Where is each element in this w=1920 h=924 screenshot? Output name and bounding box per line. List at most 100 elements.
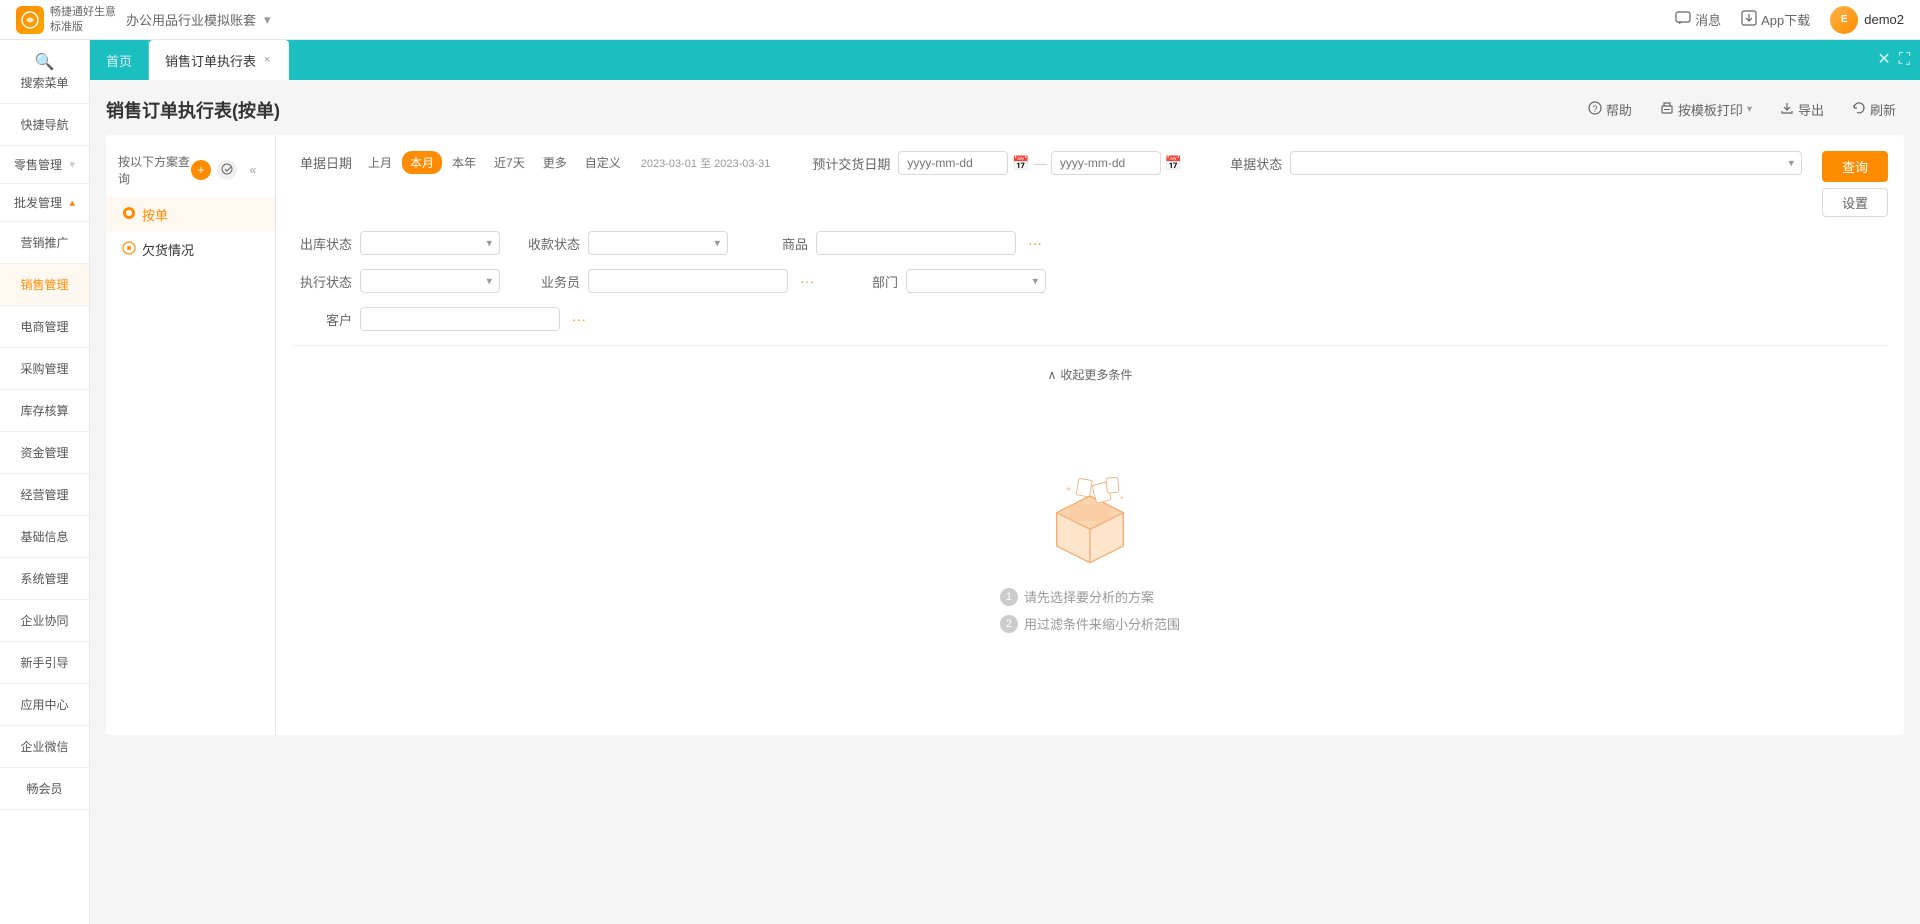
exec-status-select[interactable] — [360, 269, 500, 293]
sidebar-item-enterprise[interactable]: 企业协同 — [0, 600, 89, 642]
collapse-button[interactable]: ∧ 收起更多条件 — [292, 358, 1888, 391]
enterprise-label: 企业协同 — [20, 614, 68, 628]
filter-group-dept: 部门 — [838, 269, 1046, 293]
date-label: 单据日期 — [292, 153, 352, 172]
filter-row-4: 客户 ··· — [292, 307, 1888, 331]
sidebar-item-quick-nav[interactable]: 快捷导航 — [0, 104, 89, 146]
sidebar-item-guide[interactable]: 新手引导 — [0, 642, 89, 684]
settings-button[interactable]: 设置 — [1822, 188, 1888, 217]
customer-more-button[interactable]: ··· — [568, 307, 590, 331]
customer-input[interactable] — [360, 307, 560, 331]
sidebar-item-system[interactable]: 系统管理 — [0, 558, 89, 600]
sidebar-item-finance[interactable]: 资金管理 — [0, 432, 89, 474]
sidebar-item-sales[interactable]: 销售管理 — [0, 264, 89, 306]
edit-scheme-button[interactable] — [217, 160, 237, 180]
date-tab-last-month[interactable]: 上月 — [360, 151, 400, 174]
add-scheme-button[interactable]: + — [191, 160, 211, 180]
inventory-label: 库存核算 — [20, 404, 68, 418]
sidebar-item-marketing[interactable]: 营销推广 — [0, 222, 89, 264]
date-tab-7days[interactable]: 近7天 — [486, 151, 533, 174]
app-download-button[interactable]: App下载 — [1741, 10, 1810, 29]
salesperson-input[interactable] — [588, 269, 788, 293]
export-label: 导出 — [1798, 100, 1824, 119]
tab-close-icon[interactable]: × — [262, 52, 272, 68]
collect-status-select[interactable] — [588, 231, 728, 255]
edit-icon — [221, 163, 233, 178]
sidebar-search-label: 搜索菜单 — [6, 74, 83, 91]
collapse-up-icon: ∧ — [1048, 368, 1057, 382]
download-icon — [1741, 10, 1757, 29]
sales-label: 销售管理 — [20, 278, 68, 292]
expected-date-end-input[interactable] — [1051, 151, 1161, 175]
quick-nav-label: 快捷导航 — [6, 116, 83, 133]
goods-more-button[interactable]: ··· — [1024, 231, 1046, 255]
status-select-input[interactable] — [1290, 151, 1802, 175]
message-label: 消息 — [1695, 10, 1721, 29]
date-end-icon[interactable]: 📅 — [1165, 155, 1182, 172]
tab-home-label: 首页 — [106, 51, 132, 70]
sidebar-item-inventory[interactable]: 库存核算 — [0, 390, 89, 432]
user-area[interactable]: E demo2 — [1830, 6, 1904, 34]
message-icon — [1675, 10, 1691, 29]
sidebar-item-purchase[interactable]: 采购管理 — [0, 348, 89, 390]
dept-select[interactable] — [906, 269, 1046, 293]
help-label: 帮助 — [1606, 100, 1632, 119]
nav-item-shortage[interactable]: 欠货情况 — [106, 232, 275, 267]
filter-group-goods: 商品 ··· — [748, 231, 1046, 255]
print-icon — [1660, 101, 1674, 118]
sidebar-item-app-center[interactable]: 应用中心 — [0, 684, 89, 726]
date-tab-this-year[interactable]: 本年 — [444, 151, 484, 174]
left-panel-title: 按以下方案查询 — [118, 153, 191, 187]
help-icon: ? — [1588, 101, 1602, 118]
nav-item-by-order[interactable]: 按单 — [106, 197, 275, 232]
nav-item-order-label: 按单 — [142, 205, 168, 224]
sidebar-item-wholesale[interactable]: 批发管理 ▴ — [0, 184, 89, 222]
tab-minimize-button[interactable]: ✕ — [1877, 52, 1890, 68]
collect-status-label: 收款状态 — [520, 234, 580, 253]
export-button[interactable]: 导出 — [1772, 96, 1832, 123]
goods-input[interactable] — [816, 231, 1016, 255]
salesperson-more-button[interactable]: ··· — [796, 269, 818, 293]
tab-sales-order[interactable]: 销售订单执行表 × — [149, 40, 289, 80]
date-range-text: 2023-03-01 至 2023-03-31 — [641, 155, 771, 171]
sidebar-item-ecommerce[interactable]: 电商管理 — [0, 306, 89, 348]
sidebar: 🔍 搜索菜单 快捷导航 零售管理 ▾ 批发管理 ▴ 营销推广 销售管理 电商管理… — [0, 40, 90, 924]
expected-date-start-input[interactable] — [898, 151, 1008, 175]
query-button[interactable]: 查询 — [1822, 151, 1888, 182]
out-status-select[interactable] — [360, 231, 500, 255]
message-button[interactable]: 消息 — [1675, 10, 1721, 29]
out-status-label: 出库状态 — [292, 234, 352, 253]
collapse-icon: « — [250, 163, 257, 177]
breadcrumb-arrow-icon[interactable]: ▾ — [264, 12, 271, 28]
date-separator: — — [1034, 156, 1047, 171]
page-title: 销售订单执行表(按单) — [106, 97, 280, 123]
sidebar-item-search[interactable]: 🔍 搜索菜单 — [0, 40, 89, 104]
system-label: 系统管理 — [20, 572, 68, 586]
sidebar-item-basic-info[interactable]: 基础信息 — [0, 516, 89, 558]
filter-row-2: 出库状态 收款状态 — [292, 231, 1888, 255]
tab-home[interactable]: 首页 — [90, 40, 149, 80]
date-tab-custom[interactable]: 自定义 — [577, 151, 629, 174]
sidebar-item-operations[interactable]: 经营管理 — [0, 474, 89, 516]
add-icon: + — [197, 163, 204, 177]
shortage-nav-icon — [122, 241, 136, 258]
expected-date-label: 预计交货日期 — [810, 154, 890, 173]
sidebar-item-weixin[interactable]: 企业微信 — [0, 726, 89, 768]
page-actions: ? 帮助 按模板打印 ▾ — [1580, 96, 1904, 123]
help-button[interactable]: ? 帮助 — [1580, 96, 1640, 123]
breadcrumb-text: 办公用品行业模拟账套 — [126, 10, 256, 29]
date-tab-this-month[interactable]: 本月 — [402, 151, 442, 174]
tip-text-2: 用过滤条件来缩小分析范围 — [1024, 614, 1180, 633]
empty-tip-1: 1 请先选择要分析的方案 — [1000, 587, 1180, 606]
date-start-icon[interactable]: 📅 — [1012, 155, 1029, 172]
collapse-left-button[interactable]: « — [243, 160, 263, 180]
sidebar-item-retail[interactable]: 零售管理 ▾ — [0, 146, 89, 184]
date-tab-more[interactable]: 更多 — [535, 151, 575, 174]
filter-group-date: 单据日期 上月 本月 本年 近7天 更多 自定义 2023-03-01 至 20… — [292, 151, 770, 174]
refresh-button[interactable]: 刷新 — [1844, 96, 1904, 123]
header-left: 畅捷通好生意 标准版 办公用品行业模拟账套 ▾ — [16, 5, 271, 34]
tab-maximize-button[interactable]: ⛶ — [1899, 52, 1910, 68]
sidebar-item-member[interactable]: 畅会员 — [0, 768, 89, 810]
operations-label: 经营管理 — [20, 488, 68, 502]
print-button[interactable]: 按模板打印 ▾ — [1652, 96, 1760, 123]
